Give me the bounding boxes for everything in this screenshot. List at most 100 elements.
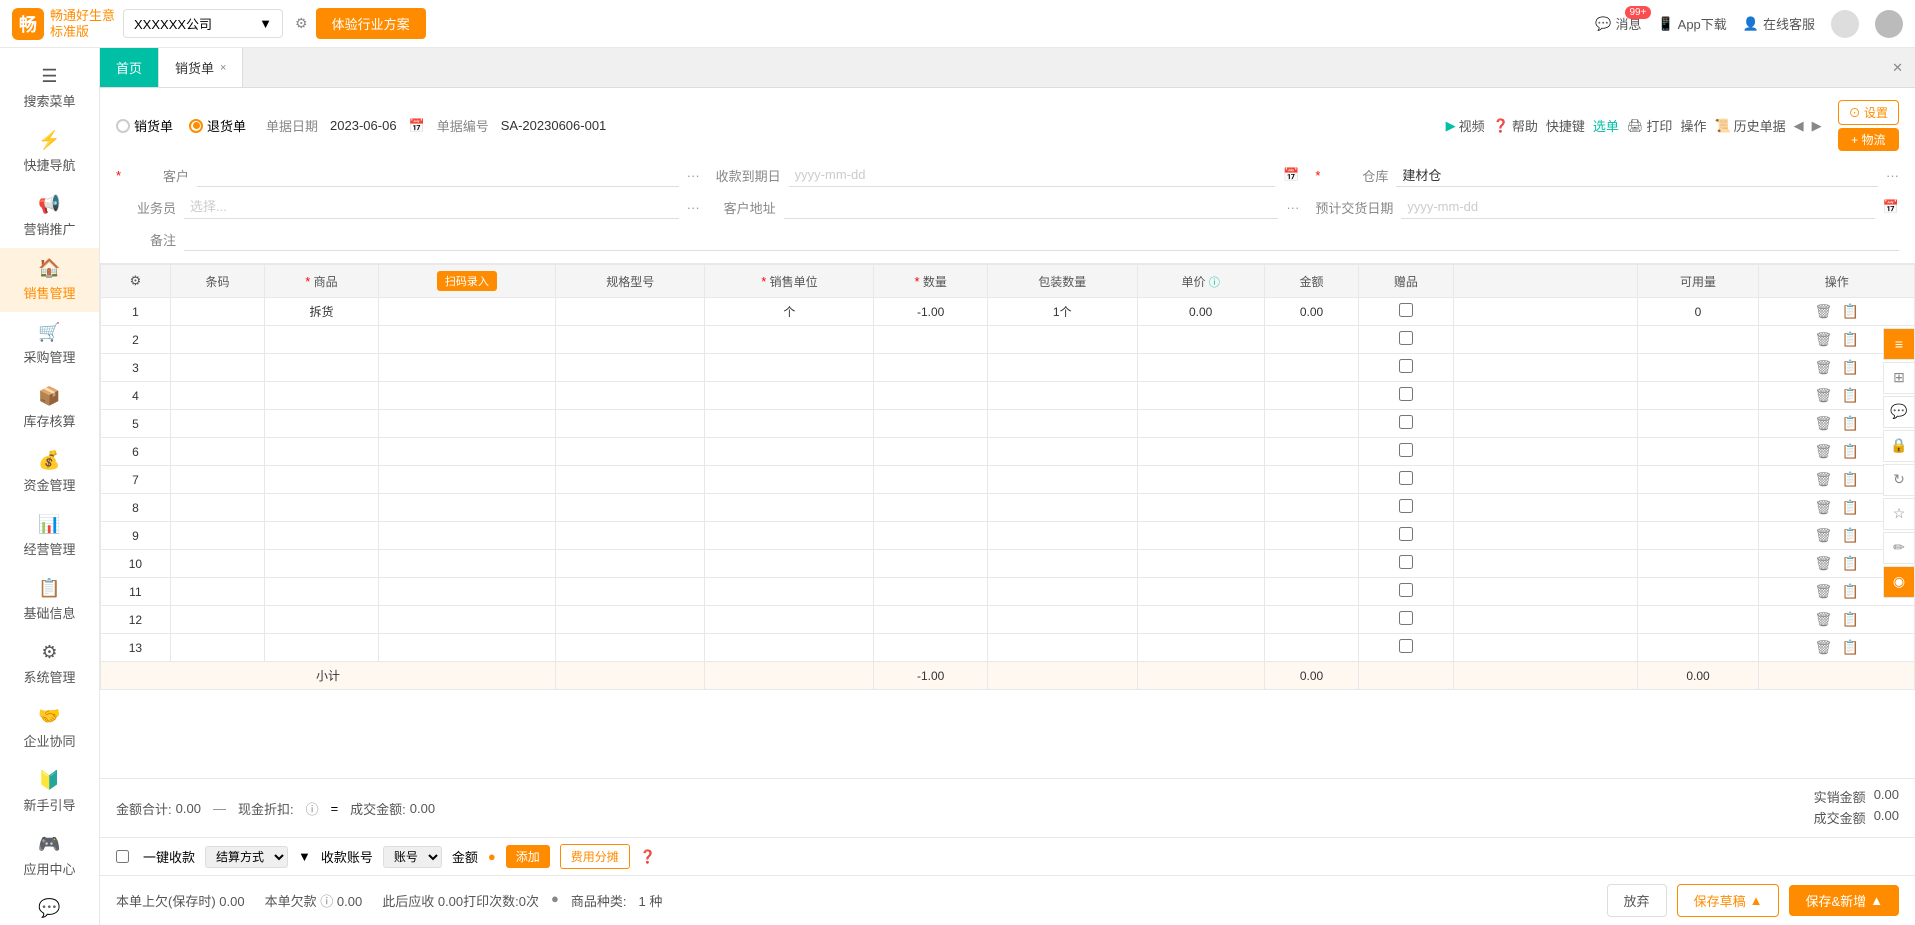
row-spec[interactable] [555,494,705,522]
copy-row-icon[interactable]: 📋 [1842,471,1859,487]
row-qty[interactable] [874,606,988,634]
row-barcode[interactable] [170,494,264,522]
sidebar-item-enterprise[interactable]: 🤝 企业协同 [0,696,99,760]
row-pkg-qty[interactable] [987,438,1137,466]
row-unit[interactable] [705,382,874,410]
row-qty[interactable] [874,438,988,466]
copy-row-icon[interactable]: 📋 [1842,527,1859,543]
row-amount[interactable] [1264,326,1358,354]
save-draft-button[interactable]: 保存草稿 ▲ [1677,884,1780,917]
row-price[interactable] [1137,382,1264,410]
row-unit[interactable] [705,522,874,550]
row-pkg-qty[interactable] [987,522,1137,550]
row-gift[interactable] [1359,494,1453,522]
row-gift[interactable] [1359,354,1453,382]
row-qty[interactable] [874,382,988,410]
row-amount[interactable] [1264,382,1358,410]
row-product[interactable] [265,438,379,466]
row-spec[interactable] [555,550,705,578]
account-select[interactable]: 账号 [383,846,442,868]
copy-row-icon[interactable]: 📋 [1842,611,1859,627]
row-price[interactable] [1137,438,1264,466]
refresh-btn[interactable]: ↻ [1883,464,1915,496]
row-spec[interactable] [555,578,705,606]
row-barcode[interactable] [170,354,264,382]
row-unit[interactable]: 个 [705,298,874,326]
row-product[interactable] [265,550,379,578]
sidebar-item-system[interactable]: ⚙ 系统管理 [0,632,99,696]
row-unit[interactable] [705,466,874,494]
setting-button[interactable]: ⊙ 设置 [1838,100,1899,125]
salesman-input[interactable] [184,195,679,219]
copy-row-icon[interactable]: 📋 [1842,583,1859,599]
addr-more-icon[interactable]: ··· [1286,200,1299,215]
row-qty[interactable] [874,550,988,578]
row-product[interactable] [265,578,379,606]
row-price[interactable] [1137,578,1264,606]
row-barcode[interactable] [170,382,264,410]
row-amount[interactable] [1264,606,1358,634]
warehouse-input[interactable] [1396,163,1878,187]
operation-btn[interactable]: 操作 [1680,116,1706,135]
chat-btn[interactable]: 💬 [1883,396,1915,428]
row-qty[interactable]: -1.00 [874,298,988,326]
row-product[interactable] [265,382,379,410]
sidebar-item-inventory[interactable]: 📦 库存核算 [0,376,99,440]
copy-row-icon[interactable]: 📋 [1842,303,1859,319]
radio-return[interactable]: 退货单 [189,116,246,135]
bookmark-btn[interactable]: ☆ [1883,498,1915,530]
row-unit[interactable] [705,550,874,578]
copy-row-icon[interactable]: 📋 [1842,639,1859,655]
row-qty[interactable] [874,466,988,494]
avatar2[interactable] [1875,10,1903,38]
customer-more-icon[interactable]: ··· [687,168,700,183]
row-gift[interactable] [1359,578,1453,606]
salesman-more-icon[interactable]: ··· [687,200,700,215]
add-button[interactable]: 添加 [506,845,550,868]
sidebar-item-quick-nav[interactable]: ⚡ 快捷导航 [0,120,99,184]
row-gift[interactable] [1359,382,1453,410]
tab-home[interactable]: 首页 [100,48,159,87]
message-item[interactable]: 💬 消息 99+ [1595,14,1641,33]
row-gift[interactable] [1359,522,1453,550]
row-pkg-qty[interactable] [987,326,1137,354]
row-spec[interactable] [555,438,705,466]
tab-close-icon[interactable]: × [220,62,226,74]
row-pkg-qty[interactable] [987,550,1137,578]
delete-row-icon[interactable]: 🗑 [1814,387,1832,403]
warehouse-more-icon[interactable]: ··· [1886,168,1899,183]
nav-prev-icon[interactable]: ◀ [1794,118,1804,134]
avatar[interactable] [1831,10,1859,38]
gift-checkbox[interactable] [1399,583,1413,597]
row-unit[interactable] [705,438,874,466]
copy-row-icon[interactable]: 📋 [1842,555,1859,571]
row-price[interactable] [1137,522,1264,550]
gift-checkbox[interactable] [1399,499,1413,513]
help-btn[interactable]: ❓ 帮助 [1493,116,1538,135]
row-barcode[interactable] [170,634,264,662]
gift-checkbox[interactable] [1399,443,1413,457]
delete-row-icon[interactable]: 🗑 [1814,471,1832,487]
sidebar-item-basics[interactable]: 📋 基础信息 [0,568,99,632]
nav-next-icon[interactable]: ▶ [1812,118,1822,134]
row-unit[interactable] [705,494,874,522]
row-amount[interactable] [1264,410,1358,438]
row-pkg-qty[interactable] [987,578,1137,606]
logistics-button[interactable]: + 物流 [1838,128,1899,151]
online-service-item[interactable]: 👤 在线客服 [1743,14,1815,33]
row-product[interactable] [265,326,379,354]
lock-btn[interactable]: 🔒 [1883,430,1915,462]
trial-button[interactable]: 体验行业方案 [316,8,426,39]
gift-checkbox[interactable] [1399,471,1413,485]
row-product[interactable] [265,606,379,634]
sidebar-item-search[interactable]: ☰ 搜索菜单 [0,56,99,120]
row-amount[interactable] [1264,634,1358,662]
save-new-button[interactable]: 保存&新增 ▲ [1789,885,1899,916]
row-barcode[interactable] [170,326,264,354]
copy-row-icon[interactable]: 📋 [1842,415,1859,431]
row-amount[interactable]: 0.00 [1264,298,1358,326]
gift-checkbox[interactable] [1399,387,1413,401]
gift-checkbox[interactable] [1399,527,1413,541]
delete-row-icon[interactable]: 🗑 [1814,611,1832,627]
sidebar-item-guide[interactable]: 🔰 新手引导 [0,760,99,824]
